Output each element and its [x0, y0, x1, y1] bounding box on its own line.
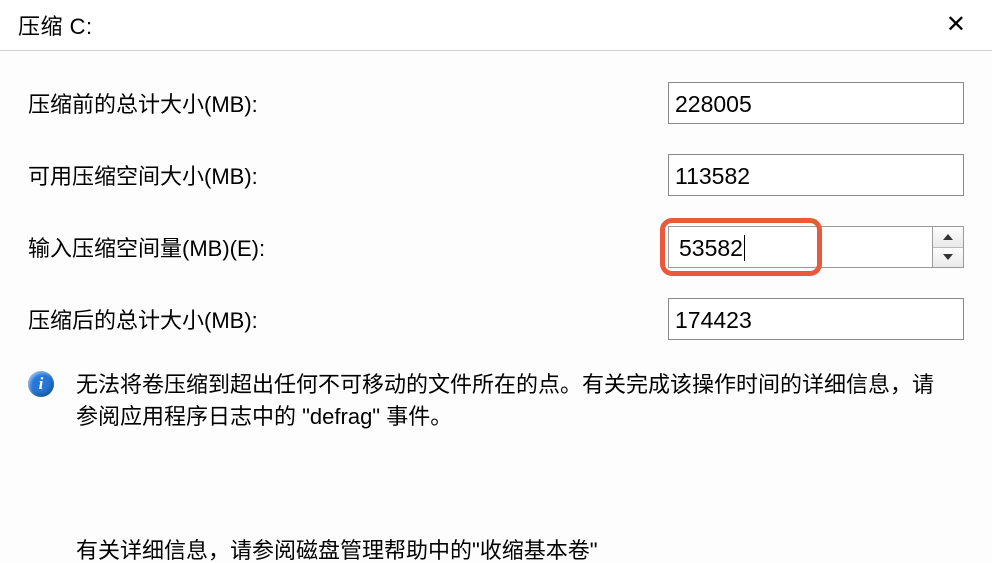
shrink-amount-value: 53582: [679, 229, 743, 267]
value-total-before: 228005: [668, 82, 964, 124]
row-total-after: 压缩后的总计大小(MB): 174423: [28, 297, 972, 341]
row-total-before: 压缩前的总计大小(MB): 228005: [28, 81, 972, 125]
value-available: 113582: [668, 154, 964, 196]
row-available: 可用压缩空间大小(MB): 113582: [28, 153, 972, 197]
shrink-amount-input[interactable]: 53582: [668, 226, 933, 268]
label-total-after: 压缩后的总计大小(MB):: [28, 303, 668, 335]
row-input-amount: 输入压缩空间量(MB)(E): 53582: [28, 225, 972, 269]
label-available: 可用压缩空间大小(MB):: [28, 159, 668, 191]
spin-down-button[interactable]: [933, 248, 963, 268]
window-title: 压缩 C:: [18, 9, 93, 41]
value-total-after: 174423: [668, 298, 964, 340]
chevron-up-icon: [943, 234, 953, 240]
text-caret: [744, 235, 745, 261]
spin-buttons: [933, 226, 964, 268]
chevron-down-icon: [943, 254, 953, 260]
info-icon: i: [28, 371, 54, 397]
label-input-amount: 输入压缩空间量(MB)(E):: [28, 231, 668, 263]
shrink-amount-stepper[interactable]: 53582: [668, 226, 964, 268]
info-text: 无法将卷压缩到超出任何不可移动的文件所在的点。有关完成该操作时间的详细信息，请参…: [76, 369, 942, 433]
close-icon[interactable]: ✕: [938, 9, 974, 41]
spin-up-button[interactable]: [933, 227, 963, 248]
info-row: i 无法将卷压缩到超出任何不可移动的文件所在的点。有关完成该操作时间的详细信息，…: [28, 369, 972, 433]
label-total-before: 压缩前的总计大小(MB):: [28, 87, 668, 119]
dialog-body: 压缩前的总计大小(MB): 228005 可用压缩空间大小(MB): 11358…: [0, 51, 992, 563]
titlebar: 压缩 C: ✕: [0, 0, 992, 51]
footer-help-text: 有关详细信息，请参阅磁盘管理帮助中的"收缩基本卷": [76, 533, 972, 563]
